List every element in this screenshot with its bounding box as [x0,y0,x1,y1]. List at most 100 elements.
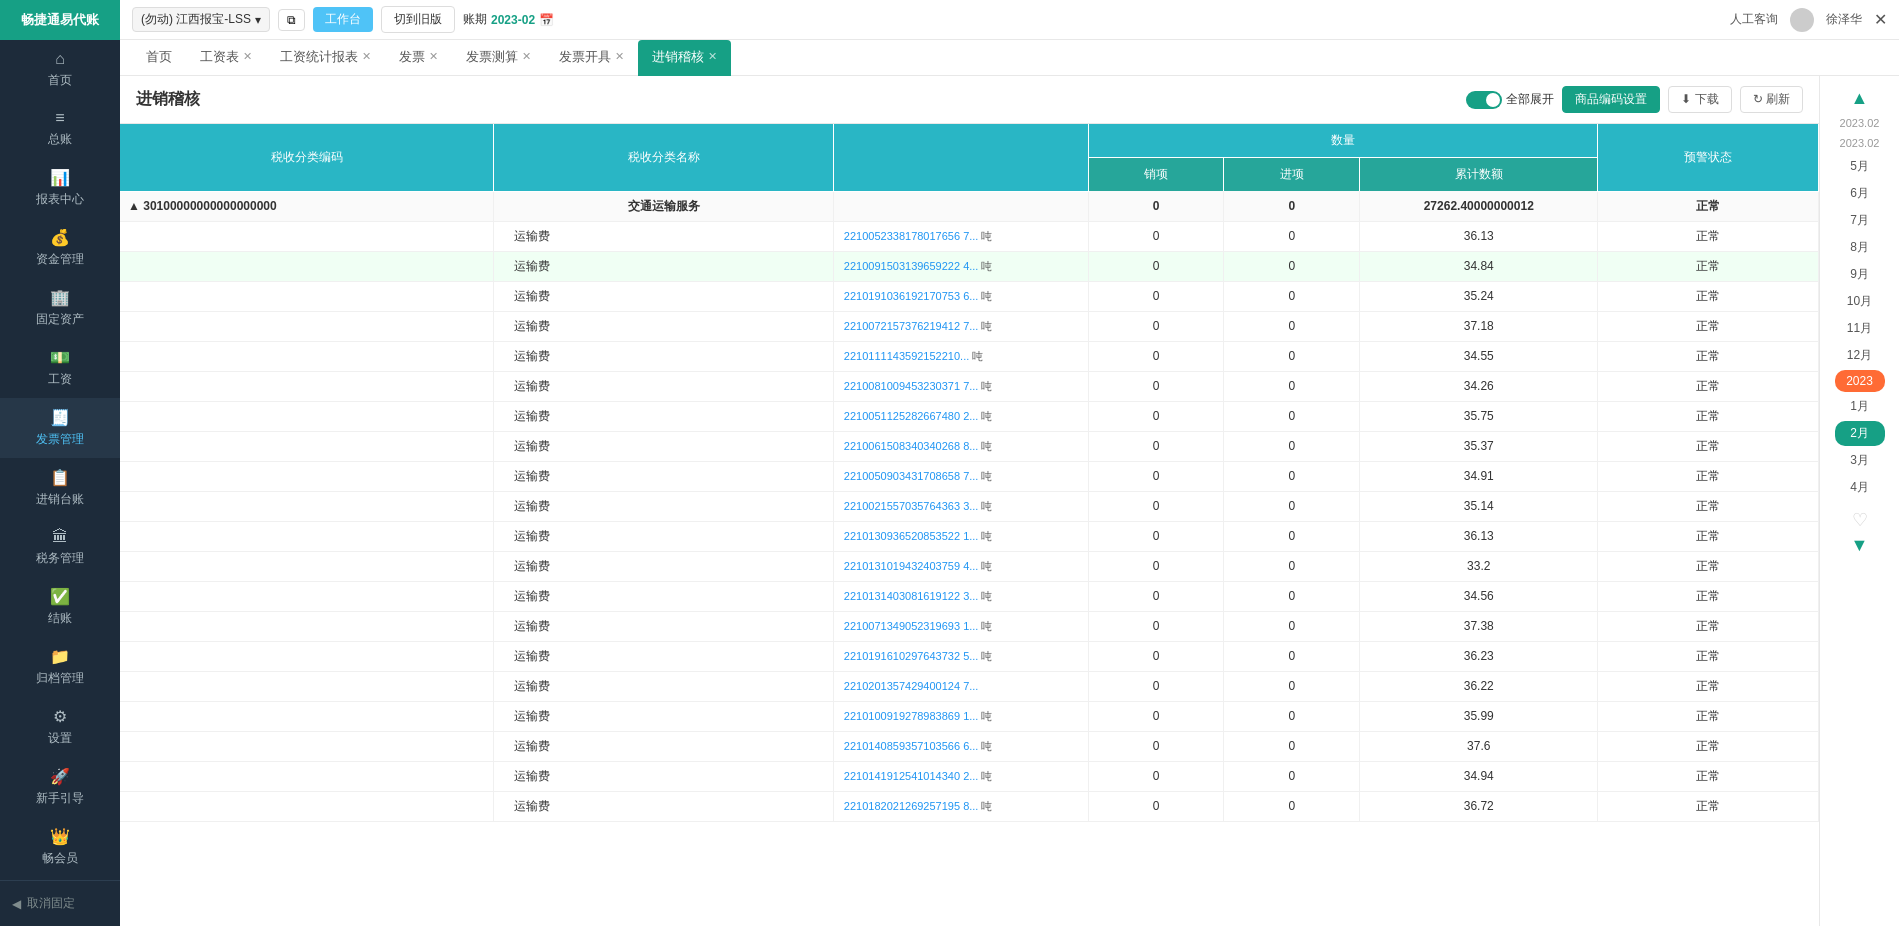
tab-invoice-calc-close[interactable]: ✕ [522,50,531,63]
cell-status: 正常 [1598,401,1819,431]
month-6[interactable]: 6月 [1835,181,1885,206]
cell-sale: 0 [1088,701,1224,731]
month-11[interactable]: 11月 [1835,316,1885,341]
sidebar-item-tax[interactable]: 🏛 税务管理 [0,518,120,577]
tab-bar: 首页 工资表 ✕ 工资统计报表 ✕ 发票 ✕ 发票测算 ✕ 发票开具 ✕ 进销稽… [120,40,1899,76]
cell-sale: 0 [1088,401,1224,431]
nav-up-arrow[interactable]: ▲ [1847,84,1873,113]
table-row: 运输费 2210091503139659222 4... 吨 0 0 34.84… [120,251,1819,281]
cell-sale: 0 [1088,251,1224,281]
tab-invoice-close[interactable]: ✕ [429,50,438,63]
user-name: 徐泽华 [1826,11,1862,28]
month-4[interactable]: 4月 [1835,475,1885,500]
tab-salary-table-label: 工资表 [200,48,239,66]
sidebar-item-report[interactable]: 📊 报表中心 [0,158,120,218]
cell-code [120,281,494,311]
expand-toggle[interactable]: 全部展开 [1466,91,1554,109]
month-9[interactable]: 9月 [1835,262,1885,287]
settings-button[interactable]: 商品编码设置 [1562,86,1660,113]
month-7[interactable]: 7月 [1835,208,1885,233]
col-status: 预警状态 [1598,124,1819,191]
cell-sale: 0 [1088,731,1224,761]
sidebar-item-sales[interactable]: 📋 进销台账 [0,458,120,518]
sidebar-item-fund[interactable]: 💰 资金管理 [0,218,120,278]
tab-home[interactable]: 首页 [132,40,186,76]
copy-button[interactable]: ⧉ [278,9,305,31]
table-row: 运输费 2210052338178017656 7... 吨 0 0 36.13… [120,221,1819,251]
sidebar-item-salary[interactable]: 💵 工资 [0,338,120,398]
tab-invoice-label: 发票 [399,48,425,66]
guide-icon: 🚀 [50,767,70,786]
tab-invoice[interactable]: 发票 ✕ [385,40,452,76]
sidebar-item-label: 工资 [48,371,72,388]
page: 进销稽核 全部展开 商品编码设置 ⬇ 下载 ↻ 刷新 [120,76,1819,926]
tab-salary-table-close[interactable]: ✕ [243,50,252,63]
sidebar-item-member[interactable]: 👑 畅会员 [0,817,120,877]
cell-code [120,521,494,551]
right-panel: ▲ 2023.02 2023.02 5月 6月 7月 8月 9月 10月 11月… [1819,76,1899,926]
table-row: 运输费 2210100919278983869 1... 吨 0 0 35.99… [120,701,1819,731]
sidebar-item-settings[interactable]: ⚙ 设置 [0,697,120,757]
year-label-2022b: 2023.02 [1840,137,1880,149]
cell-total: 36.13 [1360,221,1598,251]
cell-name: 运输费 [494,551,834,581]
cell-status: 正常 [1598,731,1819,761]
tab-salary-report[interactable]: 工资统计报表 ✕ [266,40,385,76]
cell-sale: 0 [1088,641,1224,671]
tab-invoice-issue-close[interactable]: ✕ [615,50,624,63]
table-row: 运输费 2210140859357103566 6... 吨 0 0 37.6 … [120,731,1819,761]
tab-salary-table[interactable]: 工资表 ✕ [186,40,266,76]
cell-sale: 0 [1088,611,1224,641]
sidebar-item-ledger[interactable]: ≡ 总账 [0,99,120,158]
month-5[interactable]: 5月 [1835,154,1885,179]
month-12[interactable]: 12月 [1835,343,1885,368]
sidebar-item-settlement[interactable]: ✅ 结账 [0,577,120,637]
sidebar-item-label: 报表中心 [36,191,84,208]
support-button[interactable]: 人工客询 [1730,11,1778,28]
tab-invoice-calc[interactable]: 发票测算 ✕ [452,40,545,76]
month-8[interactable]: 8月 [1835,235,1885,260]
company-selector[interactable]: (勿动) 江西报宝-LSS ▾ [132,7,270,32]
tab-salary-report-close[interactable]: ✕ [362,50,371,63]
cell-purchase: 0 [1224,581,1360,611]
cell-sale: 0 [1088,491,1224,521]
cell-purchase: 0 [1224,281,1360,311]
invoice-icon: 🧾 [50,408,70,427]
calendar-icon[interactable]: 📅 [539,13,554,27]
switch-version-button[interactable]: 切到旧版 [381,6,455,33]
cell-name: 运输费 [494,761,834,791]
table-row: 运输费 2210141912541014340 2... 吨 0 0 34.94… [120,761,1819,791]
col-invoice-no [833,124,1088,191]
unpin-button[interactable]: ◀ 取消固定 [0,889,120,918]
nav-down-arrow[interactable]: ▼ [1847,531,1873,560]
sidebar-item-invoice[interactable]: 🧾 发票管理 [0,398,120,458]
toggle-switch[interactable] [1466,91,1502,109]
workstation-button[interactable]: 工作台 [313,7,373,32]
close-button[interactable]: ✕ [1874,10,1887,29]
sidebar-item-archive[interactable]: 📁 归档管理 [0,637,120,697]
refresh-button[interactable]: ↻ 刷新 [1740,86,1803,113]
download-button[interactable]: ⬇ 下载 [1668,86,1731,113]
month-10[interactable]: 10月 [1835,289,1885,314]
cell-name: 运输费 [494,371,834,401]
cell-total: 34.56 [1360,581,1598,611]
cell-code [120,461,494,491]
month-3[interactable]: 3月 [1835,448,1885,473]
cell-code [120,731,494,761]
tab-sales-audit-close[interactable]: ✕ [708,50,717,63]
data-table: 税收分类编码 税收分类名称 数量 预警状态 销项 进项 累计数额 [120,124,1819,822]
cell-name: 运输费 [494,521,834,551]
tab-sales-audit[interactable]: 进销稽核 ✕ [638,40,731,76]
sidebar-item-home[interactable]: ⌂ 首页 [0,40,120,99]
sidebar-item-guide[interactable]: 🚀 新手引导 [0,757,120,817]
col-qty-sale: 销项 [1088,158,1224,192]
tab-invoice-issue[interactable]: 发票开具 ✕ [545,40,638,76]
month-1[interactable]: 1月 [1835,394,1885,419]
cell-total: 36.13 [1360,521,1598,551]
sidebar-item-label: 设置 [48,730,72,747]
sidebar-item-asset[interactable]: 🏢 固定资产 [0,278,120,338]
cell-invoice: 2210111143592152210... 吨 [833,341,1088,371]
month-2[interactable]: 2月 [1835,421,1885,446]
cell-code [120,341,494,371]
cell-name: 运输费 [494,581,834,611]
